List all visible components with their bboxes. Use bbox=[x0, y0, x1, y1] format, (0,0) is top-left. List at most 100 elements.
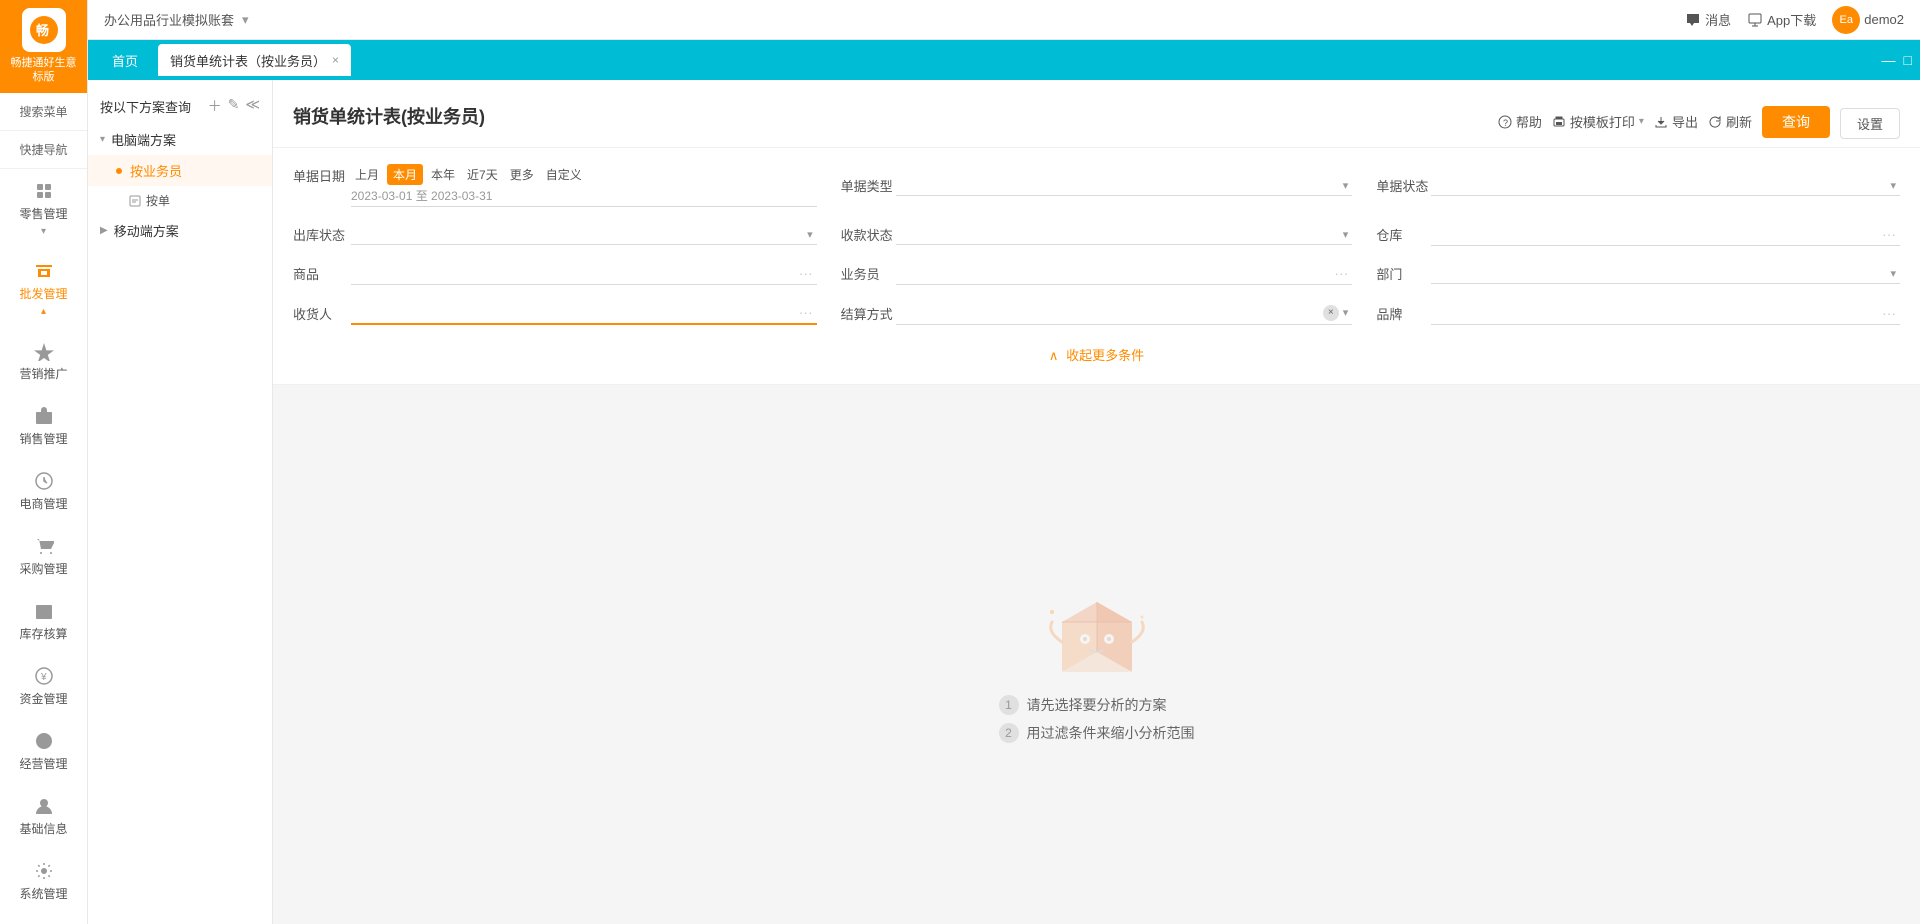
left-panel-header: 按以下方案查询 ＋ ✎ ≪ bbox=[88, 88, 272, 124]
tree-section-mobile[interactable]: ▶ 移动端方案 bbox=[88, 215, 272, 246]
date-btn-7days[interactable]: 近7天 bbox=[463, 164, 502, 185]
main-content: 1 请先选择要分析的方案 2 用过滤条件来缩小分析范围 bbox=[273, 385, 1920, 924]
date-btn-custom[interactable]: 自定义 bbox=[542, 164, 586, 185]
chevron-up-icon: ▴ bbox=[41, 306, 46, 317]
content-area: 按以下方案查询 ＋ ✎ ≪ ▾ 电脑端方案 按业务员 按单 bbox=[88, 80, 1920, 924]
date-btn-last-month[interactable]: 上月 bbox=[351, 164, 383, 185]
sidebar-item-sales[interactable]: 销售管理 bbox=[0, 394, 87, 459]
tab-active[interactable]: 销货单统计表（按业务员） × bbox=[158, 44, 351, 76]
payment-method-dropdown-icon: ▾ bbox=[1343, 306, 1349, 319]
doc-type-dropdown[interactable]: ▾ bbox=[896, 176, 1353, 196]
sidebar-item-purchase-label: 采购管理 bbox=[19, 560, 67, 577]
tree-section-pc[interactable]: ▾ 电脑端方案 bbox=[88, 124, 272, 155]
warehouse-input[interactable]: ··· bbox=[1431, 223, 1900, 246]
payment-method-controls: × ▾ bbox=[1323, 305, 1349, 321]
out-status-dropdown[interactable]: ▾ bbox=[351, 225, 817, 245]
department-dropdown-icon: ▾ bbox=[1890, 267, 1896, 280]
chevron-down-icon: ▾ bbox=[41, 226, 46, 237]
sidebar-item-operation-label: 经营管理 bbox=[19, 755, 67, 772]
hint-item-1: 1 请先选择要分析的方案 bbox=[999, 695, 1195, 715]
brand-dots-icon: ··· bbox=[1882, 305, 1896, 321]
collapse-panel-icon[interactable]: ≪ bbox=[245, 96, 260, 116]
sidebar-item-purchase[interactable]: 采购管理 bbox=[0, 524, 87, 589]
department-dropdown[interactable]: ▾ bbox=[1431, 264, 1900, 284]
sidebar-item-basic[interactable]: 基础信息 bbox=[0, 784, 87, 849]
sidebar-item-ecommerce[interactable]: 电商管理 bbox=[0, 459, 87, 524]
hint-num-2: 2 bbox=[999, 723, 1019, 743]
receiver-input[interactable]: ··· bbox=[351, 301, 817, 325]
export-button[interactable]: 导出 bbox=[1654, 112, 1698, 131]
settings-button[interactable]: 设置 bbox=[1840, 108, 1900, 139]
goods-dots-icon: ··· bbox=[799, 265, 813, 281]
message-label: 消息 bbox=[1705, 10, 1731, 29]
message-button[interactable]: 消息 bbox=[1685, 10, 1731, 29]
search-menu-item[interactable]: 搜索菜单 bbox=[0, 93, 87, 131]
page-header: 销货单统计表(按业务员) ? 帮助 按模板打印 ▾ bbox=[273, 80, 1920, 148]
brand-input[interactable]: ··· bbox=[1431, 302, 1900, 325]
user-profile[interactable]: Ea demo2 bbox=[1832, 6, 1904, 34]
quick-nav-item[interactable]: 快捷导航 bbox=[0, 131, 87, 169]
salesperson-input[interactable]: ··· bbox=[896, 262, 1353, 285]
out-status-label: 出库状态 bbox=[293, 225, 351, 244]
filter-out-status-cell: 出库状态 ▾ bbox=[293, 219, 829, 250]
refresh-button[interactable]: 刷新 bbox=[1708, 112, 1752, 131]
sidebar-logo: 畅 畅捷通好生意 标版 bbox=[0, 0, 87, 93]
workspace-dropdown-icon[interactable]: ▾ bbox=[242, 12, 249, 28]
tab-home[interactable]: 首页 bbox=[96, 45, 154, 76]
sidebar-item-finance[interactable]: ¥ 资金管理 bbox=[0, 654, 87, 719]
help-button[interactable]: ? 帮助 bbox=[1498, 112, 1542, 131]
edit-scheme-icon[interactable]: ✎ bbox=[228, 96, 240, 116]
tab-minimize-icon[interactable]: — bbox=[1882, 52, 1896, 68]
sidebar-item-retail[interactable]: 零售管理 ▾ bbox=[0, 169, 87, 249]
sidebar-item-system[interactable]: 系统管理 bbox=[0, 849, 87, 914]
tree-arrow-pc: ▾ bbox=[100, 134, 105, 145]
query-button[interactable]: 查询 bbox=[1762, 106, 1830, 138]
date-btn-this-month[interactable]: 本月 bbox=[387, 164, 423, 185]
collapse-bar[interactable]: ∧ 收起更多条件 bbox=[293, 337, 1900, 372]
filter-brand-cell: 品牌 ··· bbox=[1364, 297, 1900, 329]
sidebar-item-inventory-label: 库存核算 bbox=[19, 625, 67, 642]
template-print-dropdown-icon[interactable]: ▾ bbox=[1639, 116, 1644, 127]
date-control: 上月 本月 本年 近7天 更多 自定义 2023-03-01 至 2023-03… bbox=[351, 164, 817, 207]
logo-icon: 畅 bbox=[22, 8, 66, 52]
tree-item-by-salesperson[interactable]: 按业务员 bbox=[88, 155, 272, 186]
collection-status-dropdown[interactable]: ▾ bbox=[896, 225, 1353, 245]
app-download-button[interactable]: App下载 bbox=[1747, 10, 1816, 29]
page-header-right: ? 帮助 按模板打印 ▾ 导出 bbox=[1498, 92, 1900, 139]
sidebar-item-wholesale[interactable]: 批发管理 ▴ bbox=[0, 249, 87, 329]
date-btn-more[interactable]: 更多 bbox=[506, 164, 538, 185]
out-status-dropdown-icon: ▾ bbox=[807, 228, 813, 241]
sub-item-by-order[interactable]: 按单 bbox=[88, 186, 272, 215]
sidebar-item-ecommerce-label: 电商管理 bbox=[19, 495, 67, 512]
right-panel: 销货单统计表(按业务员) ? 帮助 按模板打印 ▾ bbox=[273, 80, 1920, 924]
filter-warehouse-cell: 仓库 ··· bbox=[1364, 219, 1900, 250]
tab-close-icon[interactable]: × bbox=[332, 53, 339, 67]
collapse-label: 收起更多条件 bbox=[1066, 348, 1144, 363]
add-scheme-icon[interactable]: ＋ bbox=[208, 96, 222, 116]
collapse-up-icon: ∧ bbox=[1049, 348, 1059, 363]
empty-state: 1 请先选择要分析的方案 2 用过滤条件来缩小分析范围 bbox=[999, 567, 1195, 743]
template-print-button[interactable]: 按模板打印 ▾ bbox=[1552, 112, 1644, 131]
sidebar-item-inventory[interactable]: 库存核算 bbox=[0, 589, 87, 654]
payment-method-dropdown[interactable]: × ▾ bbox=[896, 302, 1353, 325]
export-label: 导出 bbox=[1672, 112, 1698, 131]
help-label: 帮助 bbox=[1516, 112, 1542, 131]
filter-date-cell: 单据日期 上月 本月 本年 近7天 更多 自定义 2023-03-01 至 20… bbox=[293, 160, 829, 211]
svg-text:畅: 畅 bbox=[36, 23, 49, 38]
sidebar-item-marketing[interactable]: 营销推广 bbox=[0, 329, 87, 394]
sidebar-item-operation[interactable]: 经营管理 bbox=[0, 719, 87, 784]
goods-input[interactable]: ··· bbox=[351, 262, 817, 285]
collection-status-label: 收款状态 bbox=[841, 225, 896, 244]
tree-section-pc-label: 电脑端方案 bbox=[111, 130, 176, 149]
active-dot-icon bbox=[116, 168, 122, 174]
doc-status-dropdown[interactable]: ▾ bbox=[1431, 176, 1900, 196]
date-quick-btns: 上月 本月 本年 近7天 更多 自定义 bbox=[351, 164, 817, 185]
payment-method-clear-icon[interactable]: × bbox=[1323, 305, 1339, 321]
doc-type-label: 单据类型 bbox=[841, 176, 896, 195]
filter-row-4: 收货人 ··· 结算方式 × ▾ bbox=[293, 297, 1900, 329]
tab-maximize-icon[interactable]: □ bbox=[1904, 52, 1912, 68]
sidebar-item-sales-label: 销售管理 bbox=[19, 430, 67, 447]
svg-text:?: ? bbox=[1503, 118, 1508, 128]
date-btn-this-year[interactable]: 本年 bbox=[427, 164, 459, 185]
filter-doc-status-cell: 单据状态 ▾ bbox=[1364, 160, 1900, 211]
